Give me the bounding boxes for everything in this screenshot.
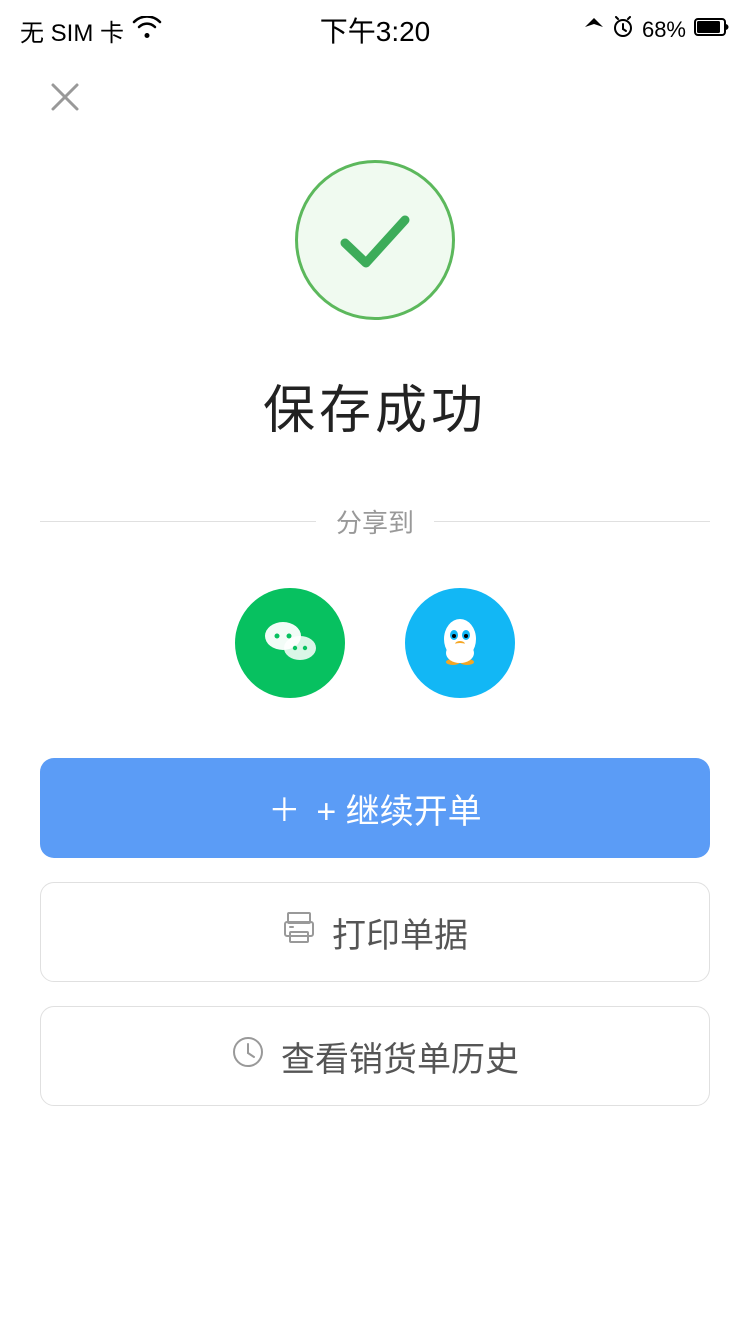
plus-icon: ＋ <box>268 785 300 831</box>
location-icon <box>584 17 604 43</box>
share-icons-container <box>40 588 710 698</box>
share-section: 分享到 <box>0 503 750 698</box>
status-time: 下午3:20 <box>320 10 431 50</box>
action-buttons: ＋ + 继续开单 打印单据 <box>0 758 750 1106</box>
divider-line-right <box>434 521 710 522</box>
share-divider: 分享到 <box>40 503 710 540</box>
divider-line-left <box>40 521 316 522</box>
continue-button[interactable]: ＋ + 继续开单 <box>40 758 710 858</box>
print-button[interactable]: 打印单据 <box>40 882 710 982</box>
wifi-icon <box>132 16 162 45</box>
status-left: 无 SIM 卡 <box>20 13 162 48</box>
battery-percentage: 68% <box>642 17 686 43</box>
close-button[interactable] <box>40 72 90 122</box>
history-button[interactable]: 查看销货单历史 <box>40 1006 710 1106</box>
battery-icon <box>694 17 730 43</box>
qq-share-button[interactable] <box>405 588 515 698</box>
no-sim-label: 无 SIM 卡 <box>20 13 124 48</box>
continue-label: + 继续开单 <box>316 784 481 833</box>
history-label: 查看销货单历史 <box>281 1032 519 1081</box>
main-content: 保存成功 分享到 <box>0 60 750 1106</box>
alarm-icon <box>612 16 634 44</box>
clock-icon <box>231 1035 265 1078</box>
success-title: 保存成功 <box>263 368 487 443</box>
success-icon-circle <box>295 160 455 320</box>
status-bar: 无 SIM 卡 下午3:20 68% <box>0 0 750 60</box>
status-right: 68% <box>584 16 730 44</box>
printer-icon <box>282 912 316 953</box>
wechat-share-button[interactable] <box>235 588 345 698</box>
print-label: 打印单据 <box>332 908 468 957</box>
share-label: 分享到 <box>336 503 414 540</box>
